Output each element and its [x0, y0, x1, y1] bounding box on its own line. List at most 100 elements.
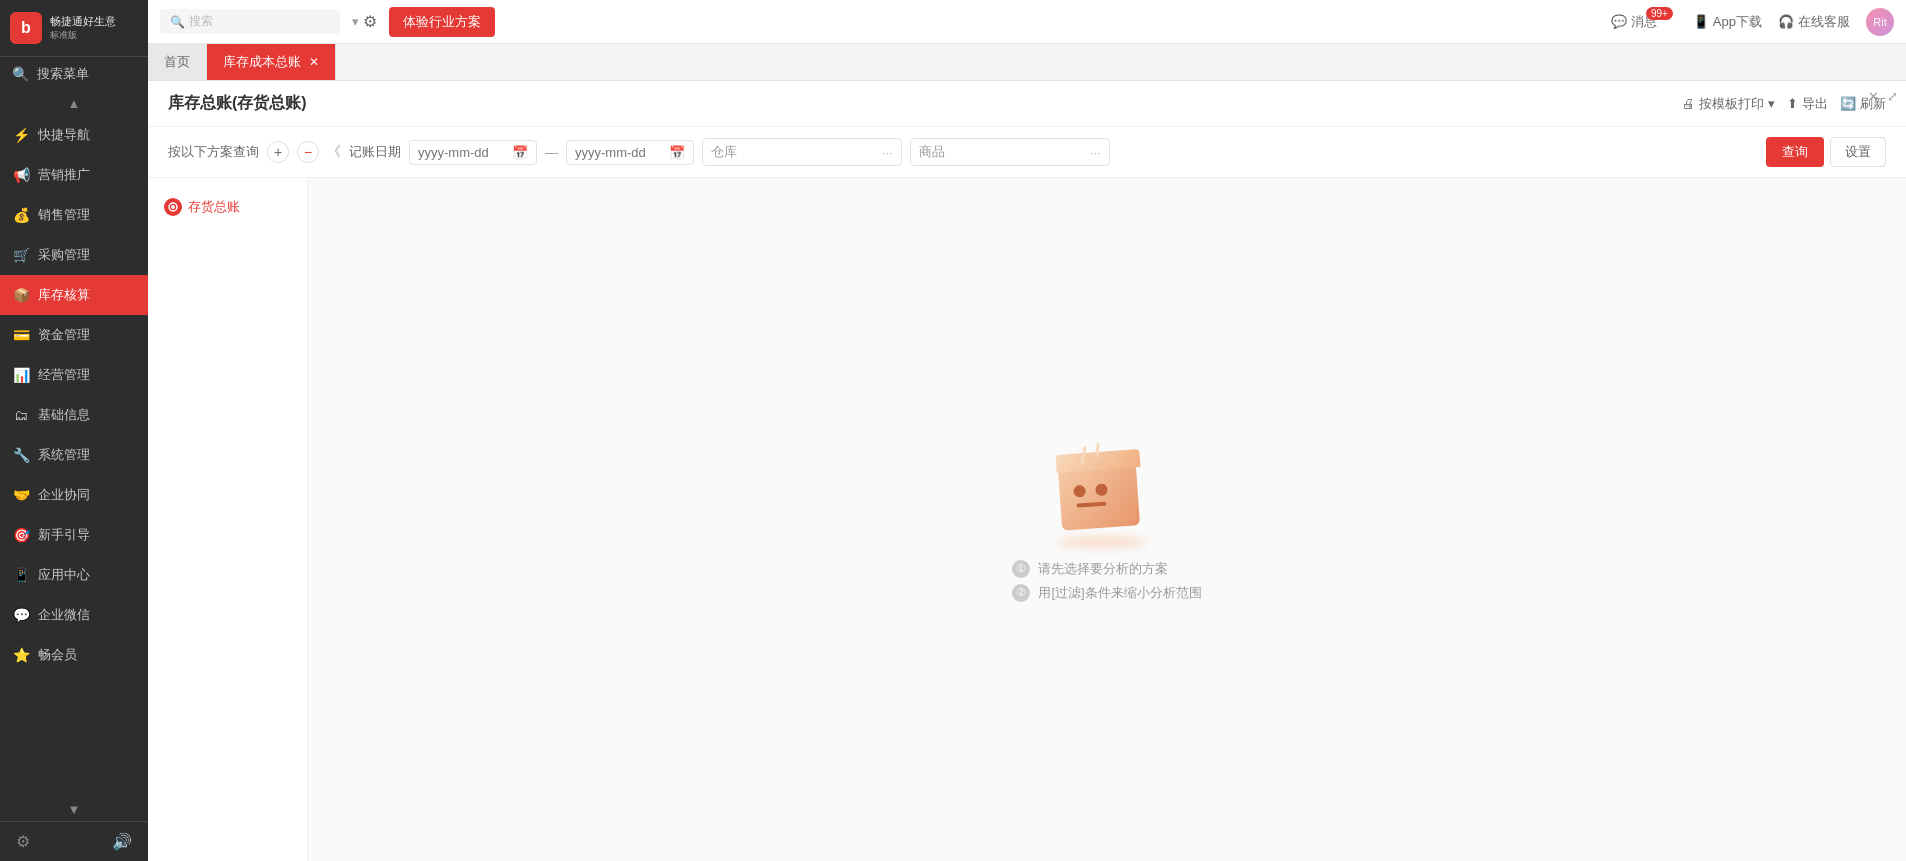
sidebar-search-label: 搜索菜单 [37, 65, 89, 83]
sidebar-item-marketing[interactable]: 📢 营销推广 [0, 155, 148, 195]
operation-icon: 📊 [12, 367, 30, 383]
filter-panel: 存货总账 [148, 178, 308, 861]
basic-icon: 🗂 [12, 407, 30, 423]
sidebar-item-label: 营销推广 [38, 166, 136, 184]
headset-icon: 🎧 [1778, 14, 1794, 29]
sidebar-nav: ⚡ 快捷导航 📢 营销推广 💰 销售管理 🛒 采购管理 📦 库存核算 💳 资金管… [0, 115, 148, 797]
sidebar-item-label: 快捷导航 [38, 126, 136, 144]
sidebar: b 畅捷通好生意 标准版 🔍 搜索菜单 ▲ ⚡ 快捷导航 📢 营销推广 💰 销售… [0, 0, 148, 861]
inventory-ledger-label: 存货总账 [188, 198, 240, 216]
system-icon: 🔧 [12, 447, 30, 463]
main-area: 🔍 搜索 ▾ ⚙ 体验行业方案 💬 消息 99+ 📱 App下载 🎧 在线客服 [148, 0, 1906, 861]
app-center-icon: 📱 [12, 567, 30, 583]
filter-collapse-icon[interactable]: 《 [327, 143, 341, 161]
sidebar-item-quick-nav[interactable]: ⚡ 快捷导航 [0, 115, 148, 155]
date-label: 记账日期 [349, 143, 401, 161]
date-separator: — [545, 145, 558, 160]
sidebar-item-label: 销售管理 [38, 206, 136, 224]
resize-panel-icon[interactable]: ⤢ [1887, 89, 1898, 104]
avatar: Rit [1866, 8, 1894, 36]
body-area: 存货总账 [148, 178, 1906, 861]
sidebar-scroll-down[interactable]: ▼ [0, 797, 148, 821]
sidebar-item-system[interactable]: 🔧 系统管理 [0, 435, 148, 475]
sidebar-item-wechat[interactable]: 💬 企业微信 [0, 595, 148, 635]
content-body: ① 请先选择要分析的方案 ② 用[过滤]条件来缩小分析范围 [308, 178, 1906, 861]
sidebar-scroll-up[interactable]: ▲ [0, 91, 148, 115]
messages-btn[interactable]: 💬 消息 99+ [1611, 13, 1657, 31]
finance-icon: 💳 [12, 327, 30, 343]
user-menu[interactable]: Rit [1866, 8, 1894, 36]
tab-home-label: 首页 [164, 53, 190, 71]
chevron-down-icon: ▾ [1768, 96, 1775, 111]
goods-select[interactable]: 商品 ··· [910, 138, 1110, 166]
sidebar-item-basic[interactable]: 🗂 基础信息 [0, 395, 148, 435]
sidebar-logo: b 畅捷通好生意 标准版 [0, 0, 148, 57]
industry-btn[interactable]: 体验行业方案 [389, 7, 495, 37]
topbar-left: 🔍 搜索 ▾ ⚙ 体验行业方案 [160, 7, 1611, 37]
sidebar-item-label: 库存核算 [38, 286, 136, 304]
print-btn[interactable]: 🖨 按模板打印 ▾ [1682, 95, 1775, 113]
sidebar-item-cooperation[interactable]: 🤝 企业协同 [0, 475, 148, 515]
settings-btn[interactable]: 设置 [1830, 137, 1886, 167]
svg-point-1 [171, 205, 175, 209]
step-2-circle: ② [1012, 584, 1030, 602]
tabbar: 首页 库存成本总账 ✕ [148, 44, 1906, 81]
topbar-settings-icon[interactable]: ⚙ [363, 12, 377, 31]
goods-more-icon: ··· [1090, 145, 1101, 160]
sidebar-item-member[interactable]: ⭐ 畅会员 [0, 635, 148, 675]
date-end-input[interactable]: 📅 [566, 140, 694, 165]
sidebar-item-operation[interactable]: 📊 经营管理 [0, 355, 148, 395]
empty-illustration [1042, 438, 1172, 548]
sidebar-item-guide[interactable]: 🎯 新手引导 [0, 515, 148, 555]
sidebar-item-app-center[interactable]: 📱 应用中心 [0, 555, 148, 595]
audio-icon[interactable]: 🔊 [112, 832, 132, 851]
tab-home[interactable]: 首页 [148, 44, 207, 80]
step-1-circle: ① [1012, 560, 1030, 578]
date-end-field[interactable] [575, 145, 665, 160]
print-label: 按模板打印 [1699, 95, 1764, 113]
sidebar-item-inventory[interactable]: 📦 库存核算 [0, 275, 148, 315]
sidebar-item-label: 资金管理 [38, 326, 136, 344]
calendar-icon: 📅 [512, 145, 528, 160]
filter-bar: 按以下方案查询 + − 《 记账日期 📅 — 📅 仓库 ··· 商品 ··· [148, 127, 1906, 178]
messages-badge: 99+ [1646, 7, 1673, 20]
date-start-field[interactable] [418, 145, 508, 160]
sidebar-item-label: 经营管理 [38, 366, 136, 384]
date-start-input[interactable]: 📅 [409, 140, 537, 165]
warehouse-select[interactable]: 仓库 ··· [702, 138, 902, 166]
close-panel-icon[interactable]: ✕ [1868, 89, 1879, 104]
inventory-icon: 📦 [12, 287, 30, 303]
tab-inventory-cost[interactable]: 库存成本总账 ✕ [207, 44, 336, 80]
sidebar-item-sales[interactable]: 💰 销售管理 [0, 195, 148, 235]
tab-inventory-cost-label: 库存成本总账 [223, 53, 301, 71]
wechat-icon: 💬 [12, 607, 30, 623]
marketing-icon: 📢 [12, 167, 30, 183]
empty-text: ① 请先选择要分析的方案 ② 用[过滤]条件来缩小分析范围 [1012, 560, 1201, 602]
export-label: 导出 [1802, 95, 1828, 113]
online-service-label: 在线客服 [1798, 13, 1850, 31]
chevron-down-icon[interactable]: ▾ [352, 14, 359, 29]
step-2-text: 用[过滤]条件来缩小分析范围 [1038, 584, 1201, 602]
sidebar-item-finance[interactable]: 💳 资金管理 [0, 315, 148, 355]
goods-label: 商品 [919, 143, 1086, 161]
sidebar-search[interactable]: 🔍 搜索菜单 [0, 57, 148, 91]
filter-minus-btn[interactable]: − [297, 141, 319, 163]
page-header: 库存总账(存货总账) 🖨 按模板打印 ▾ ⬆ 导出 🔄 刷新 ✕ ⤢ [148, 81, 1906, 127]
sidebar-item-label: 企业微信 [38, 606, 136, 624]
warehouse-more-icon: ··· [882, 145, 893, 160]
topbar-search-box[interactable]: 🔍 搜索 [160, 9, 340, 34]
search-icon: 🔍 [170, 15, 185, 29]
app-download-btn[interactable]: 📱 App下载 [1693, 13, 1762, 31]
online-service-btn[interactable]: 🎧 在线客服 [1778, 13, 1850, 31]
export-btn[interactable]: ⬆ 导出 [1787, 95, 1828, 113]
query-btn[interactable]: 查询 [1766, 137, 1824, 167]
filter-add-btn[interactable]: + [267, 141, 289, 163]
tab-close-icon[interactable]: ✕ [309, 55, 319, 69]
settings-icon[interactable]: ⚙ [16, 832, 30, 851]
topbar-right: 💬 消息 99+ 📱 App下载 🎧 在线客服 Rit [1611, 8, 1894, 36]
sidebar-item-label: 应用中心 [38, 566, 136, 584]
logo-icon: b [10, 12, 42, 44]
filter-panel-item-inventory-ledger[interactable]: 存货总账 [148, 190, 307, 224]
logo-badge: 标准版 [50, 29, 116, 42]
sidebar-item-purchase[interactable]: 🛒 采购管理 [0, 235, 148, 275]
